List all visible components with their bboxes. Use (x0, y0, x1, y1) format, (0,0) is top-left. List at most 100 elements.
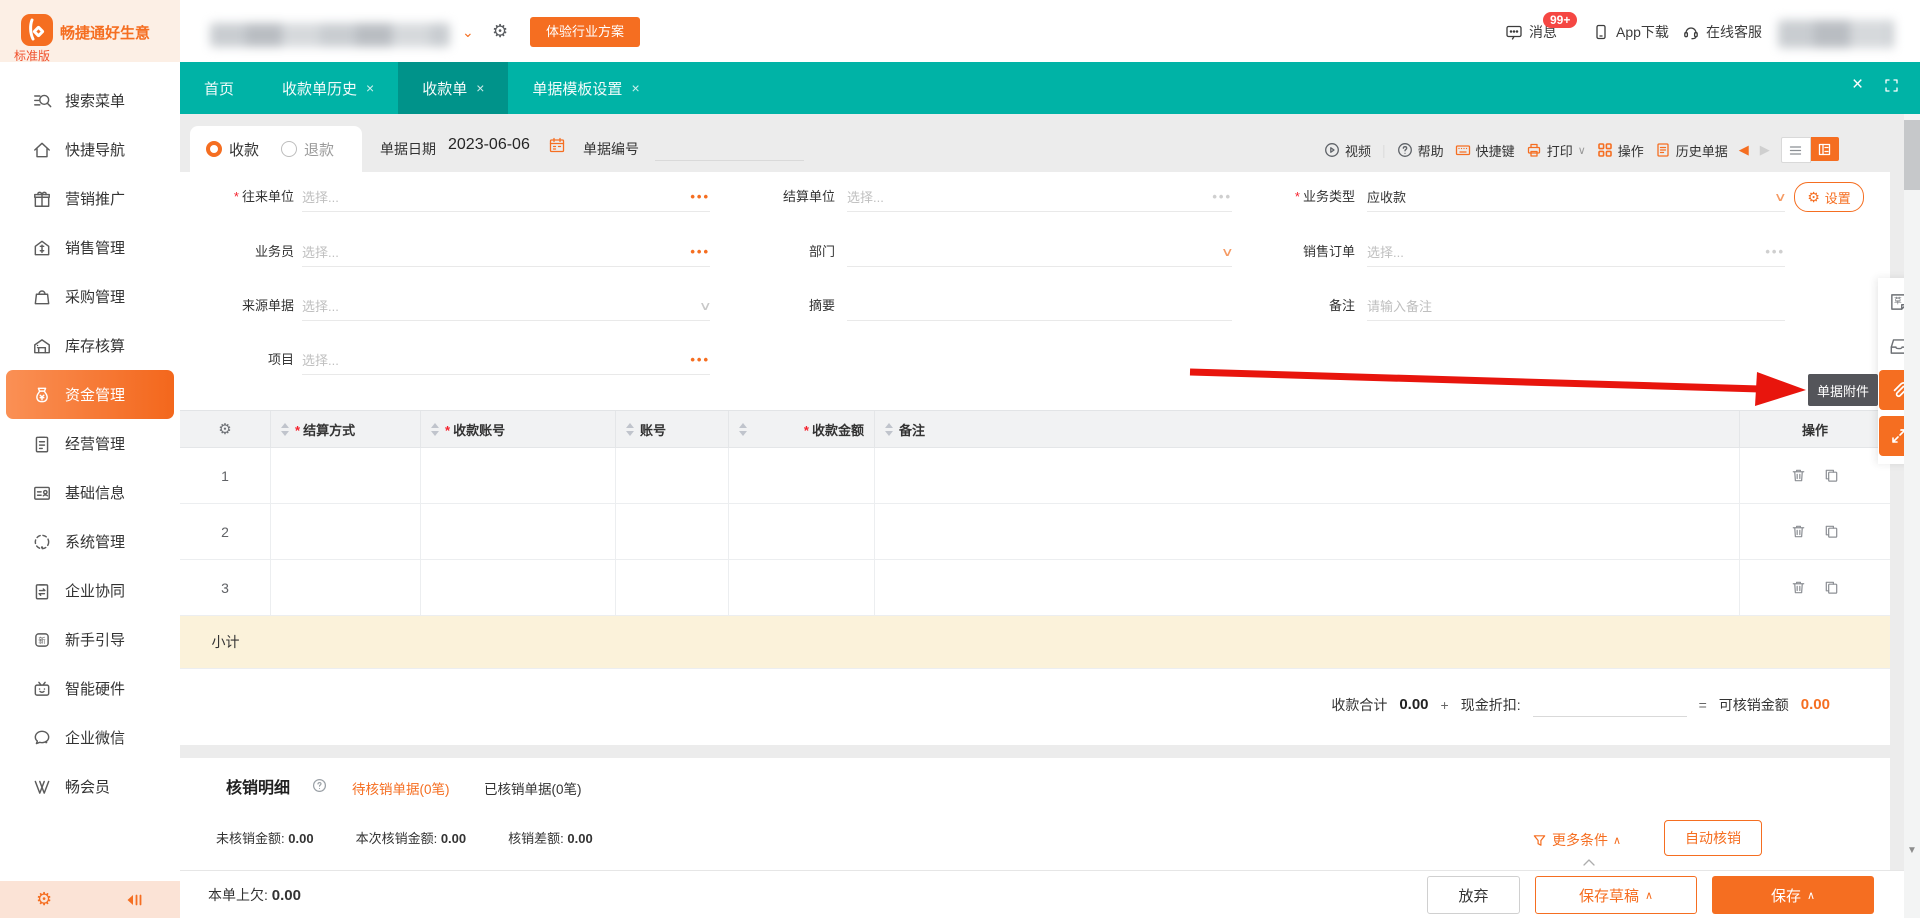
sidebar-item-wechat-work[interactable]: 企业微信 (0, 713, 180, 762)
cell-amount[interactable] (729, 504, 875, 560)
radio-refund[interactable]: 退款 (281, 139, 334, 160)
company-name-blurred[interactable] (210, 23, 450, 47)
cell-account-no[interactable] (616, 560, 729, 616)
chevron-down-icon[interactable]: ∨ (1774, 190, 1787, 204)
tab-receipt-doc[interactable]: 收款单 × (398, 62, 509, 114)
online-support-link[interactable]: 在线客服 (1682, 22, 1762, 42)
cell-settle-method[interactable] (271, 448, 421, 504)
cell-line-remark[interactable] (875, 448, 1740, 504)
radio-receive[interactable]: 收款 (206, 139, 259, 160)
cell-account-no[interactable] (616, 504, 729, 560)
next-doc-icon[interactable]: ▶ (1760, 142, 1770, 158)
tab-receipt-history[interactable]: 收款单历史 × (258, 62, 398, 114)
biz-type-field[interactable]: 应收款 ∨ (1367, 182, 1787, 212)
sort-icons[interactable] (281, 422, 289, 436)
cell-receipt-account[interactable] (421, 504, 616, 560)
vertical-scrollbar[interactable] (1904, 114, 1920, 918)
discount-input[interactable] (1532, 692, 1687, 717)
delete-row-icon[interactable] (1790, 523, 1807, 540)
ellipsis-picker-icon[interactable]: ••• (690, 352, 710, 367)
form-view-button[interactable] (1810, 137, 1839, 161)
info-icon[interactable] (312, 778, 327, 793)
cell-account-no[interactable] (616, 448, 729, 504)
col-header-receipt-account[interactable]: * 收款账号 (421, 411, 616, 448)
cell-line-remark[interactable] (875, 504, 1740, 560)
actions-link[interactable]: 操作 (1597, 141, 1644, 160)
tabbar-close-all-icon[interactable]: × (1852, 74, 1863, 96)
sort-icons[interactable] (885, 422, 893, 436)
header-gear-icon[interactable]: ⚙ (492, 21, 508, 42)
cell-amount[interactable] (729, 448, 875, 504)
scrollbar-thumb[interactable] (1904, 120, 1920, 190)
sidebar-item-inventory[interactable]: 库存核算 (0, 321, 180, 370)
delete-row-icon[interactable] (1790, 467, 1807, 484)
tab-close-icon[interactable]: × (631, 80, 639, 96)
doc-no-input[interactable] (655, 136, 804, 161)
settle-unit-field[interactable]: 选择... ••• (847, 182, 1232, 212)
salesperson-field[interactable]: 选择... ••• (302, 237, 710, 267)
save-draft-button[interactable]: 保存草稿 ∧ (1535, 876, 1697, 914)
ellipsis-picker-icon[interactable]: ••• (690, 189, 710, 204)
list-view-button[interactable] (1780, 137, 1811, 163)
print-link[interactable]: 打印 ∨ (1526, 141, 1586, 160)
col-header-amount[interactable]: * 收款金额 (729, 411, 875, 448)
more-filters-link[interactable]: 更多条件 ∧ (1532, 830, 1621, 850)
ellipsis-picker-icon[interactable]: ••• (690, 244, 710, 259)
chevron-down-icon[interactable]: ∨ (1221, 245, 1234, 259)
user-account-blurred[interactable] (1778, 20, 1894, 48)
sidebar-item-system[interactable]: 系统管理 (0, 517, 180, 566)
date-value[interactable]: 2023-06-06 (448, 136, 530, 154)
cell-line-remark[interactable] (875, 560, 1740, 616)
ellipsis-picker-icon[interactable]: ••• (1765, 244, 1785, 259)
sidebar-item-purchasing[interactable]: 采购管理 (0, 272, 180, 321)
company-chevron-down-icon[interactable]: ⌄ (462, 24, 474, 41)
sales-order-field[interactable]: 选择... ••• (1367, 237, 1785, 267)
cell-settle-method[interactable] (271, 560, 421, 616)
cell-receipt-account[interactable] (421, 560, 616, 616)
calendar-icon[interactable] (548, 136, 566, 154)
collapse-panel-caret-icon[interactable] (1582, 858, 1596, 867)
summary-field[interactable] (847, 291, 1232, 321)
customer-field[interactable]: 选择... ••• (302, 182, 710, 212)
experience-industry-button[interactable]: 体验行业方案 (530, 17, 641, 47)
cell-amount[interactable] (729, 560, 875, 616)
delete-row-icon[interactable] (1790, 579, 1807, 596)
sidebar-item-marketing[interactable]: 营销推广 (0, 174, 180, 223)
video-link[interactable]: 视频 (1324, 141, 1371, 160)
prev-doc-icon[interactable]: ◀ (1739, 142, 1749, 158)
help-link[interactable]: 帮助 (1397, 141, 1444, 160)
save-button[interactable]: 保存 ∧ (1712, 876, 1874, 914)
table-column-config[interactable]: ⚙ (180, 411, 271, 448)
sidebar-item-operations[interactable]: 经营管理 (0, 419, 180, 468)
sort-icons[interactable] (431, 422, 439, 436)
remark-field[interactable]: 请输入备注 (1367, 291, 1785, 321)
sort-icons[interactable] (626, 422, 634, 436)
sidebar-item-smart-hardware[interactable]: 智能硬件 (0, 664, 180, 713)
collapse-sidebar-icon[interactable] (124, 891, 144, 909)
cell-receipt-account[interactable] (421, 448, 616, 504)
tab-home[interactable]: 首页 (180, 62, 258, 114)
sidebar-settings-gear-icon[interactable]: ⚙ (36, 889, 52, 910)
copy-row-icon[interactable] (1823, 579, 1840, 596)
copy-row-icon[interactable] (1823, 467, 1840, 484)
copy-row-icon[interactable] (1823, 523, 1840, 540)
sidebar-item-member[interactable]: 畅会员 (0, 762, 180, 811)
sidebar-item-base-info[interactable]: 基础信息 (0, 468, 180, 517)
col-header-line-remark[interactable]: 备注 (875, 411, 1740, 448)
auto-writeoff-button[interactable]: 自动核销 (1664, 820, 1762, 856)
sidebar-item-quick-nav[interactable]: 快捷导航 (0, 125, 180, 174)
history-docs-link[interactable]: 历史单据 (1655, 141, 1728, 160)
source-doc-field[interactable]: 选择... ∨ (302, 291, 712, 321)
tab-template-settings[interactable]: 单据模板设置 × (508, 62, 663, 114)
form-settings-button[interactable]: ⚙ 设置 (1794, 182, 1864, 212)
sidebar-item-newbie-guide[interactable]: 新 新手引导 (0, 615, 180, 664)
sort-icons[interactable] (739, 422, 747, 436)
tab-close-icon[interactable]: × (366, 80, 374, 96)
sidebar-item-sales[interactable]: 销售管理 (0, 223, 180, 272)
tab-close-icon[interactable]: × (476, 80, 484, 96)
chevron-down-icon[interactable]: ∨ (699, 299, 712, 313)
sidebar-item-collaboration[interactable]: 企业协同 (0, 566, 180, 615)
sidebar-item-search-menu[interactable]: 搜索菜单 (0, 76, 180, 125)
project-field[interactable]: 选择... ••• (302, 345, 710, 375)
sidebar-item-funds[interactable]: 资金管理 (6, 370, 174, 419)
